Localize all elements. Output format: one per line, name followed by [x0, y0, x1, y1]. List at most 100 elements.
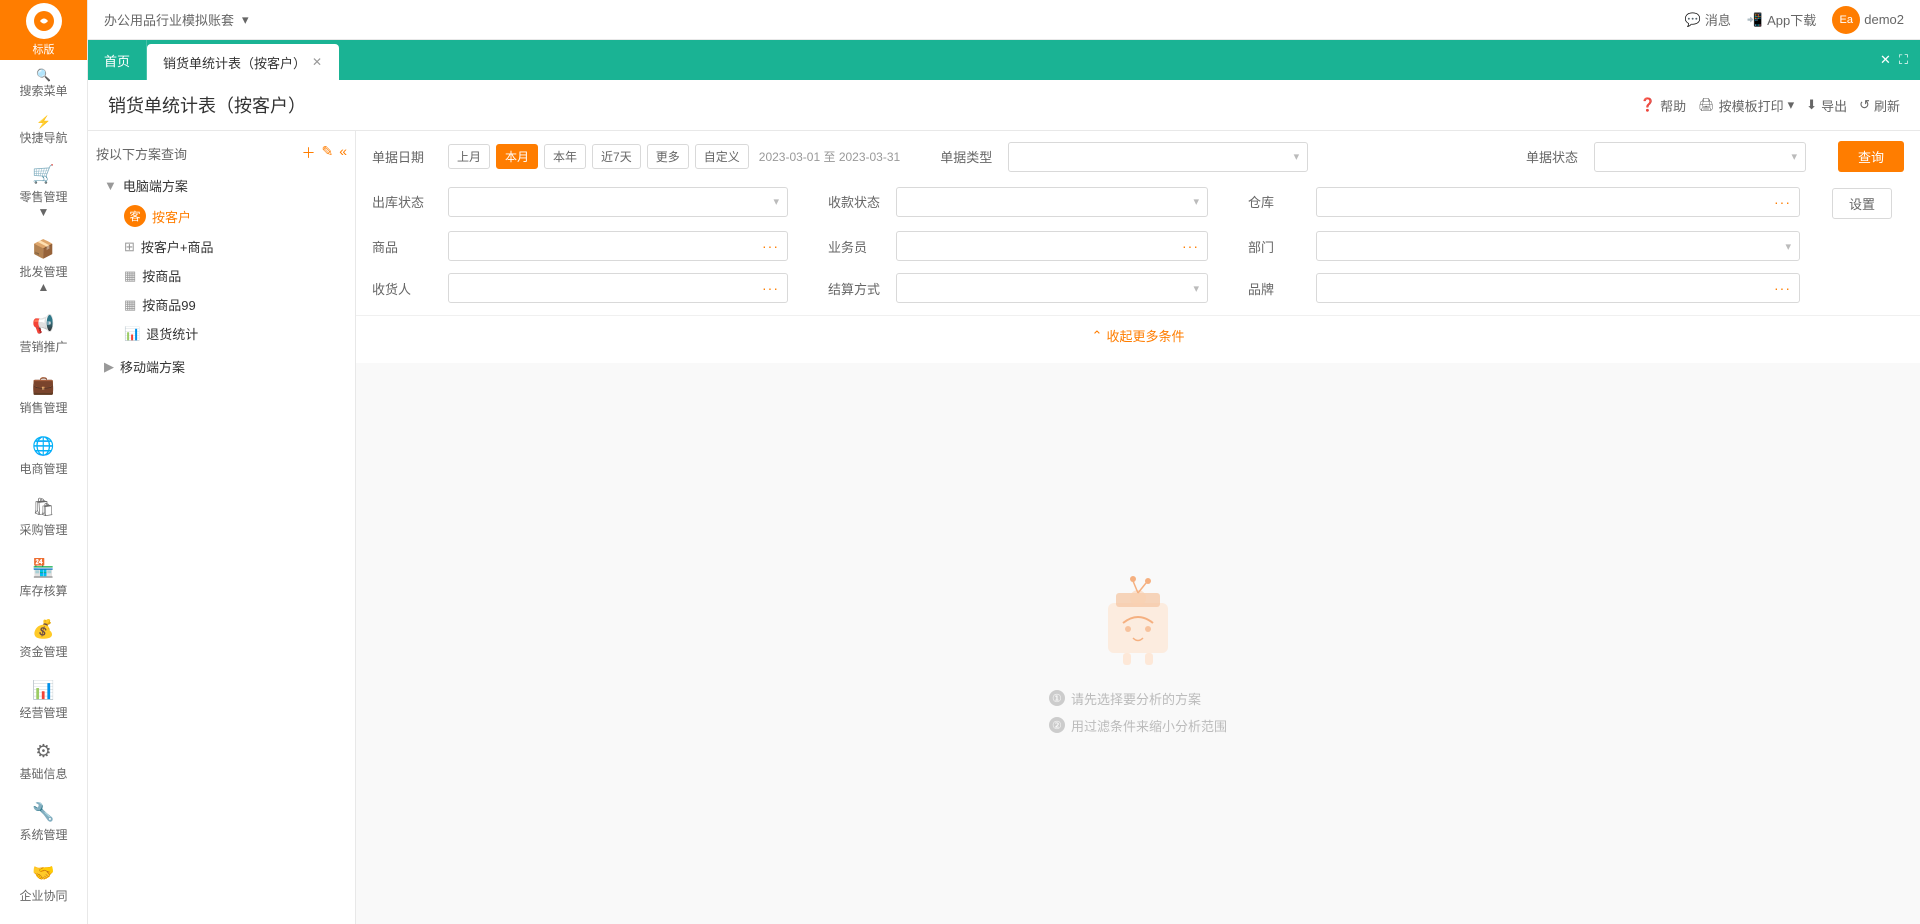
staff-label: 业务员	[828, 237, 888, 256]
print-btn[interactable]: 🖨 按模板打印 ▾	[1698, 96, 1794, 115]
date-btn-this-month[interactable]: 本月	[496, 144, 538, 169]
brand-dots[interactable]: ···	[1774, 280, 1791, 296]
sidebar-item-purchase[interactable]: 🛍 采购管理	[0, 487, 88, 548]
app-download-btn[interactable]: 📲 App下载	[1747, 10, 1816, 29]
out-status-select[interactable]: ▾	[448, 187, 788, 217]
tab-close-window-icon[interactable]: ✕	[1880, 52, 1891, 68]
help-btn[interactable]: ❓ 帮助	[1640, 96, 1686, 115]
dept-chevron: ▾	[1785, 240, 1791, 253]
purchase-icon: 🛍	[32, 497, 55, 518]
sidebar-purchase-label: 采购管理	[19, 521, 67, 538]
sidebar-item-search[interactable]: 🔍 搜索菜单	[0, 60, 88, 107]
settings-btn[interactable]: 设置	[1832, 188, 1892, 219]
collapse-panel-icon[interactable]: «	[339, 143, 347, 163]
search-icon: 🔍	[36, 68, 51, 82]
sidebar-item-retail[interactable]: 🛒 零售管理 ▼	[0, 154, 88, 229]
warehouse-label: 仓库	[1248, 192, 1308, 211]
page-actions: ❓ 帮助 🖨 按模板打印 ▾ ⬇ 导出 ↺ 刷新	[1640, 96, 1900, 115]
sidebar-item-newbie[interactable]: 🎓 新手引导	[0, 914, 88, 924]
product-dots[interactable]: ···	[762, 238, 779, 254]
scheme-by-product-label: 按商品	[142, 266, 181, 285]
sidebar-item-sales[interactable]: 💼 销售管理	[0, 365, 88, 426]
quicknav-icon: ⚡	[36, 115, 51, 129]
tab-sales-stat[interactable]: 销货单统计表（按客户） ✕	[147, 44, 339, 80]
collapse-section: ⌃ 收起更多条件	[356, 315, 1920, 359]
out-status-chevron: ▾	[773, 195, 779, 208]
app-download-icon: 📲	[1747, 12, 1763, 28]
dept-select[interactable]: ▾	[1316, 231, 1800, 261]
query-btn[interactable]: 查询	[1838, 141, 1904, 172]
settlement-select[interactable]: ▾	[896, 273, 1208, 303]
sidebar-item-basic[interactable]: ⚙ 基础信息	[0, 731, 88, 792]
tab-close-btn[interactable]: ✕	[312, 55, 322, 69]
date-filter: 上月 本月 本年 近7天 更多 自定义 2023-03-01 至 2023-03…	[448, 144, 900, 169]
sidebar-item-ecom[interactable]: 🌐 电商管理	[0, 426, 88, 487]
date-btn-last-month[interactable]: 上月	[448, 144, 490, 169]
sidebar-item-inventory[interactable]: 🏪 库存核算	[0, 548, 88, 609]
scheme-by-customer-product[interactable]: ⊞ 按客户+商品	[116, 232, 347, 261]
tab-home[interactable]: 首页	[88, 40, 147, 80]
date-btn-7days[interactable]: 近7天	[592, 144, 641, 169]
date-btn-more[interactable]: 更多	[647, 144, 689, 169]
refresh-icon: ↺	[1859, 97, 1870, 113]
scheme-refund-stat[interactable]: 📊 退货统计	[116, 319, 347, 348]
recipient-dots[interactable]: ···	[762, 280, 779, 296]
empty-hints: ① 请先选择要分析的方案 ② 用过滤条件来缩小分析范围	[1049, 689, 1227, 735]
empty-hint-2: ② 用过滤条件来缩小分析范围	[1049, 716, 1227, 735]
collapse-icon: ⌃	[1092, 328, 1103, 344]
query-buttons: 查询	[1838, 141, 1904, 172]
message-btn[interactable]: 💬 消息	[1685, 10, 1731, 29]
collapse-btn[interactable]: ⌃ 收起更多条件	[1086, 320, 1191, 351]
collapse-label: 收起更多条件	[1106, 326, 1184, 345]
refresh-btn[interactable]: ↺ 刷新	[1859, 96, 1900, 115]
tree-mobile-scheme[interactable]: ▶ 移动端方案	[96, 352, 347, 381]
header-right: 💬 消息 📲 App下载 Ea demo2	[1685, 6, 1904, 34]
sidebar-item-finance[interactable]: 💰 资金管理	[0, 609, 88, 670]
left-panel-icons: ＋ ✎ «	[301, 143, 347, 163]
inventory-icon: 🏪	[32, 558, 54, 579]
scheme-by-customer-product-label: 按客户+商品	[141, 237, 214, 256]
date-btn-custom[interactable]: 自定义	[695, 144, 749, 169]
staff-dots[interactable]: ···	[1182, 238, 1199, 254]
main-area: 办公用品行业模拟账套 ▾ 💬 消息 📲 App下载 Ea demo2 首页 销货…	[88, 0, 1920, 924]
sidebar-item-corp[interactable]: 🤝 企业协同	[0, 853, 88, 914]
sidebar-item-operation[interactable]: 📊 经营管理	[0, 670, 88, 731]
pay-status-select[interactable]: ▾	[896, 187, 1208, 217]
logo[interactable]: 标版	[0, 0, 88, 60]
pay-status-chevron: ▾	[1193, 195, 1199, 208]
product-select[interactable]: ···	[448, 231, 788, 261]
add-scheme-icon[interactable]: ＋	[301, 143, 315, 163]
scheme-by-product[interactable]: ▦ 按商品	[116, 261, 347, 290]
warehouse-dots[interactable]: ···	[1774, 194, 1791, 210]
edit-scheme-icon[interactable]: ✎	[321, 143, 333, 163]
export-btn[interactable]: ⬇ 导出	[1806, 96, 1847, 115]
tab-maximize-icon[interactable]: ⛶	[1899, 52, 1908, 68]
empty-hint-1: ① 请先选择要分析的方案	[1049, 689, 1227, 708]
sidebar-item-wholesale[interactable]: 📦 批发管理 ▲	[0, 229, 88, 304]
tree-expand-icon: ▼	[104, 178, 117, 193]
scheme-by-product-99[interactable]: ▦ 按商品99	[116, 290, 347, 319]
hint1-num: ①	[1049, 690, 1065, 706]
chart-icon: ⊞	[124, 239, 135, 255]
date-btn-this-year[interactable]: 本年	[544, 144, 586, 169]
brand-select[interactable]: ···	[1316, 273, 1800, 303]
sidebar-item-system[interactable]: 🔧 系统管理	[0, 792, 88, 853]
sidebar-operation-label: 经营管理	[19, 704, 67, 721]
doc-type-select[interactable]: ▾	[1008, 142, 1308, 172]
sidebar-item-marketing[interactable]: 📢 营销推广	[0, 304, 88, 365]
tree-desktop-scheme[interactable]: ▼ 电脑端方案	[96, 171, 347, 200]
doc-type-chevron: ▾	[1294, 150, 1300, 163]
recipient-select[interactable]: ···	[448, 273, 788, 303]
scheme-by-customer[interactable]: 客 按客户	[116, 200, 347, 232]
scheme-by-product-99-label: 按商品99	[142, 295, 195, 314]
tab-controls: ✕ ⛶	[1880, 52, 1920, 68]
doc-status-select[interactable]: ▾	[1594, 142, 1806, 172]
sidebar-finance-label: 资金管理	[19, 643, 67, 660]
sidebar-item-quicknav[interactable]: ⚡ 快捷导航	[0, 107, 88, 154]
warehouse-select[interactable]: ···	[1316, 187, 1800, 217]
pay-status-label: 收款状态	[828, 192, 888, 211]
user-area[interactable]: Ea demo2	[1832, 6, 1904, 34]
filter-row-4: 收货人 ··· 结算方式 ▾	[372, 273, 1904, 303]
table2-icon: ▦	[124, 297, 136, 313]
staff-select[interactable]: ···	[896, 231, 1208, 261]
